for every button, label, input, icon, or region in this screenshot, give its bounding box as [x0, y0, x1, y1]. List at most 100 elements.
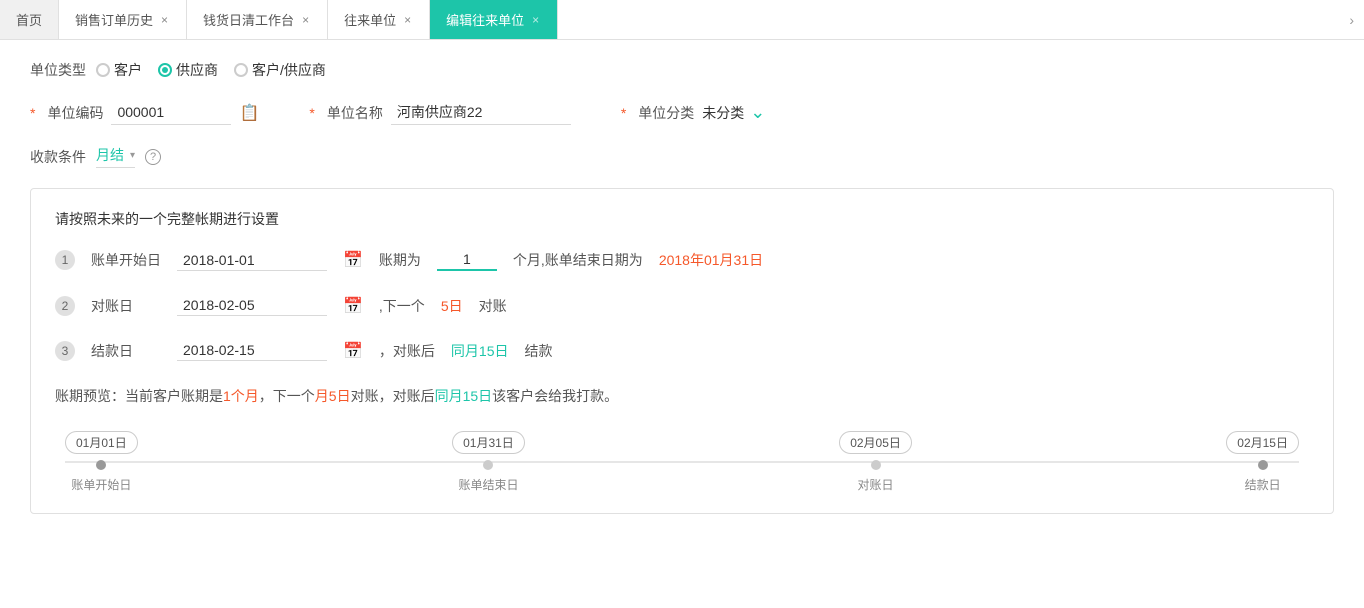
unit-name-required: * — [309, 105, 314, 121]
tab-cashflow[interactable]: 钱货日清工作台 × — [187, 0, 328, 39]
timeline-badge-1: 01月01日 — [65, 431, 138, 454]
tab-more-button[interactable]: › — [1339, 0, 1364, 39]
payment-row: 收款条件 月结 ▾ ? — [30, 145, 1334, 168]
section-title: 请按照未来的一个完整帐期进行设置 — [55, 209, 1309, 229]
radio-supplier[interactable]: 供应商 — [158, 60, 218, 80]
preview-part2: 月5日 — [315, 388, 351, 404]
tab-sales-history-close[interactable]: × — [159, 13, 170, 27]
preview-comma1: ， — [259, 388, 273, 404]
unit-classify-select[interactable]: 未分类 ⌄ — [702, 102, 862, 123]
step-1-date-input[interactable] — [177, 250, 327, 271]
tab-partner[interactable]: 往来单位 × — [328, 0, 430, 39]
tab-bar: 首页 销售订单历史 × 钱货日清工作台 × 往来单位 × 编辑往来单位 × › — [0, 0, 1364, 40]
step-3-label: 结款日 — [91, 341, 161, 361]
unit-classify-required: * — [621, 105, 626, 121]
step-3-desc-suffix: 结款 — [525, 341, 553, 361]
help-icon[interactable]: ? — [145, 149, 161, 165]
unit-classify-group: * 单位分类 未分类 ⌄ — [621, 102, 862, 123]
payment-select[interactable]: 月结 ▾ — [96, 145, 135, 168]
unit-code-label: 单位编码 — [47, 103, 103, 123]
unit-info-row: * 单位编码 📋 * 单位名称 * 单位分类 未分类 ⌄ — [30, 100, 1334, 125]
tab-home[interactable]: 首页 — [0, 0, 59, 39]
tab-partner-close[interactable]: × — [402, 13, 413, 27]
unit-code-group: * 单位编码 📋 — [30, 100, 259, 125]
step-1-num: 1 — [55, 250, 75, 270]
tab-edit-partner-label: 编辑往来单位 — [446, 10, 524, 29]
radio-supplier-label: 供应商 — [176, 60, 218, 80]
payment-chevron-icon: ▾ — [130, 150, 135, 161]
timeline: 01月01日 账单开始日 01月31日 账单结束日 02月05日 对账日 — [55, 431, 1309, 493]
step-1-period-highlight: 2018年01月31日 — [659, 250, 763, 270]
step-2-num: 2 — [55, 296, 75, 316]
unit-classify-label: 单位分类 — [638, 103, 694, 123]
timeline-node-4 — [1258, 460, 1268, 470]
unit-name-group: * 单位名称 — [309, 100, 570, 125]
timeline-dots: 01月01日 账单开始日 01月31日 账单结束日 02月05日 对账日 — [65, 431, 1299, 493]
radio-supplier-circle — [158, 63, 172, 77]
radio-both-circle — [234, 63, 248, 77]
unit-name-label: 单位名称 — [327, 103, 383, 123]
timeline-node-1 — [96, 460, 106, 470]
step-3-row: 3 结款日 📅 ，对账后同月15日结款 — [55, 340, 1309, 361]
step-1-calendar-icon[interactable]: 📅 — [343, 250, 363, 270]
tab-partner-label: 往来单位 — [344, 10, 396, 29]
unit-code-required: * — [30, 105, 35, 121]
tab-edit-partner[interactable]: 编辑往来单位 × — [430, 0, 558, 39]
preview-part2-after: 对账，对账后 — [351, 388, 435, 404]
unit-code-input[interactable] — [111, 100, 231, 125]
unit-classify-value: 未分类 — [702, 103, 744, 123]
step-3-desc-highlight: 同月15日 — [451, 341, 509, 361]
unit-type-row: 单位类型 客户 供应商 客户/供应商 — [30, 60, 1334, 80]
step-3-num: 3 — [55, 341, 75, 361]
step-2-date-input[interactable] — [177, 295, 327, 316]
tab-sales-history-label: 销售订单历史 — [75, 10, 153, 29]
radio-both[interactable]: 客户/供应商 — [234, 60, 326, 80]
step-1-period-input[interactable] — [437, 249, 497, 271]
preview-suffix: 该客户会给我打款。 — [492, 388, 618, 404]
step-2-desc-suffix: 对账 — [479, 296, 507, 316]
step-2-label: 对账日 — [91, 296, 161, 316]
step-2-desc-prefix: ,下一个 — [379, 296, 425, 316]
radio-customer-circle — [96, 63, 110, 77]
timeline-label-1: 账单开始日 — [71, 476, 131, 493]
tab-cashflow-close[interactable]: × — [300, 13, 311, 27]
preview-part1: 1个月 — [223, 388, 259, 404]
radio-customer[interactable]: 客户 — [96, 60, 142, 80]
chevron-right-icon: › — [1349, 12, 1354, 28]
preview-part3: 同月15日 — [435, 388, 493, 404]
timeline-label-2: 账单结束日 — [458, 476, 518, 493]
preview-text: 账期预览：当前客户账期是1个月，下一个月5日对账，对账后同月15日该客户会给我打… — [55, 385, 1309, 407]
timeline-node-2 — [483, 460, 493, 470]
timeline-point-3: 02月05日 对账日 — [839, 431, 912, 493]
step-3-calendar-icon[interactable]: 📅 — [343, 341, 363, 361]
timeline-badge-3: 02月05日 — [839, 431, 912, 454]
unit-name-input[interactable] — [391, 100, 571, 125]
step-1-period-unit: 个月,账单结束日期为 — [513, 250, 643, 270]
radio-both-label: 客户/供应商 — [252, 60, 326, 80]
tab-home-label: 首页 — [16, 10, 42, 29]
timeline-badge-4: 02月15日 — [1226, 431, 1299, 454]
step-2-row: 2 对账日 📅 ,下一个 5日对账 — [55, 295, 1309, 316]
tab-cashflow-label: 钱货日清工作台 — [203, 10, 294, 29]
main-content: 单位类型 客户 供应商 客户/供应商 * 单位编码 📋 * 单位名称 — [0, 40, 1364, 608]
chevron-down-icon: ⌄ — [750, 102, 765, 123]
radio-customer-label: 客户 — [114, 60, 142, 80]
tab-sales-history[interactable]: 销售订单历史 × — [59, 0, 187, 39]
payment-label: 收款条件 — [30, 147, 86, 167]
timeline-badge-2: 01月31日 — [452, 431, 525, 454]
step-3-desc-prefix: ，对账后 — [379, 341, 435, 361]
step-3-date-input[interactable] — [177, 340, 327, 361]
step-1-row: 1 账单开始日 📅 账期为 个月,账单结束日期为 2018年01月31日 — [55, 249, 1309, 271]
timeline-point-4: 02月15日 结款日 — [1226, 431, 1299, 493]
preview-part2-prefix: 下一个 — [273, 388, 315, 404]
timeline-point-1: 01月01日 账单开始日 — [65, 431, 138, 493]
timeline-point-2: 01月31日 账单结束日 — [452, 431, 525, 493]
tab-edit-partner-close[interactable]: × — [530, 13, 541, 27]
unit-code-copy-icon[interactable]: 📋 — [239, 103, 259, 123]
unit-type-radio-group: 客户 供应商 客户/供应商 — [96, 60, 326, 80]
step-2-desc-highlight: 5日 — [441, 296, 463, 316]
step-2-calendar-icon[interactable]: 📅 — [343, 296, 363, 316]
unit-type-label: 单位类型 — [30, 60, 86, 80]
timeline-label-3: 对账日 — [858, 476, 894, 493]
step-1-period-label: 账期为 — [379, 250, 421, 270]
